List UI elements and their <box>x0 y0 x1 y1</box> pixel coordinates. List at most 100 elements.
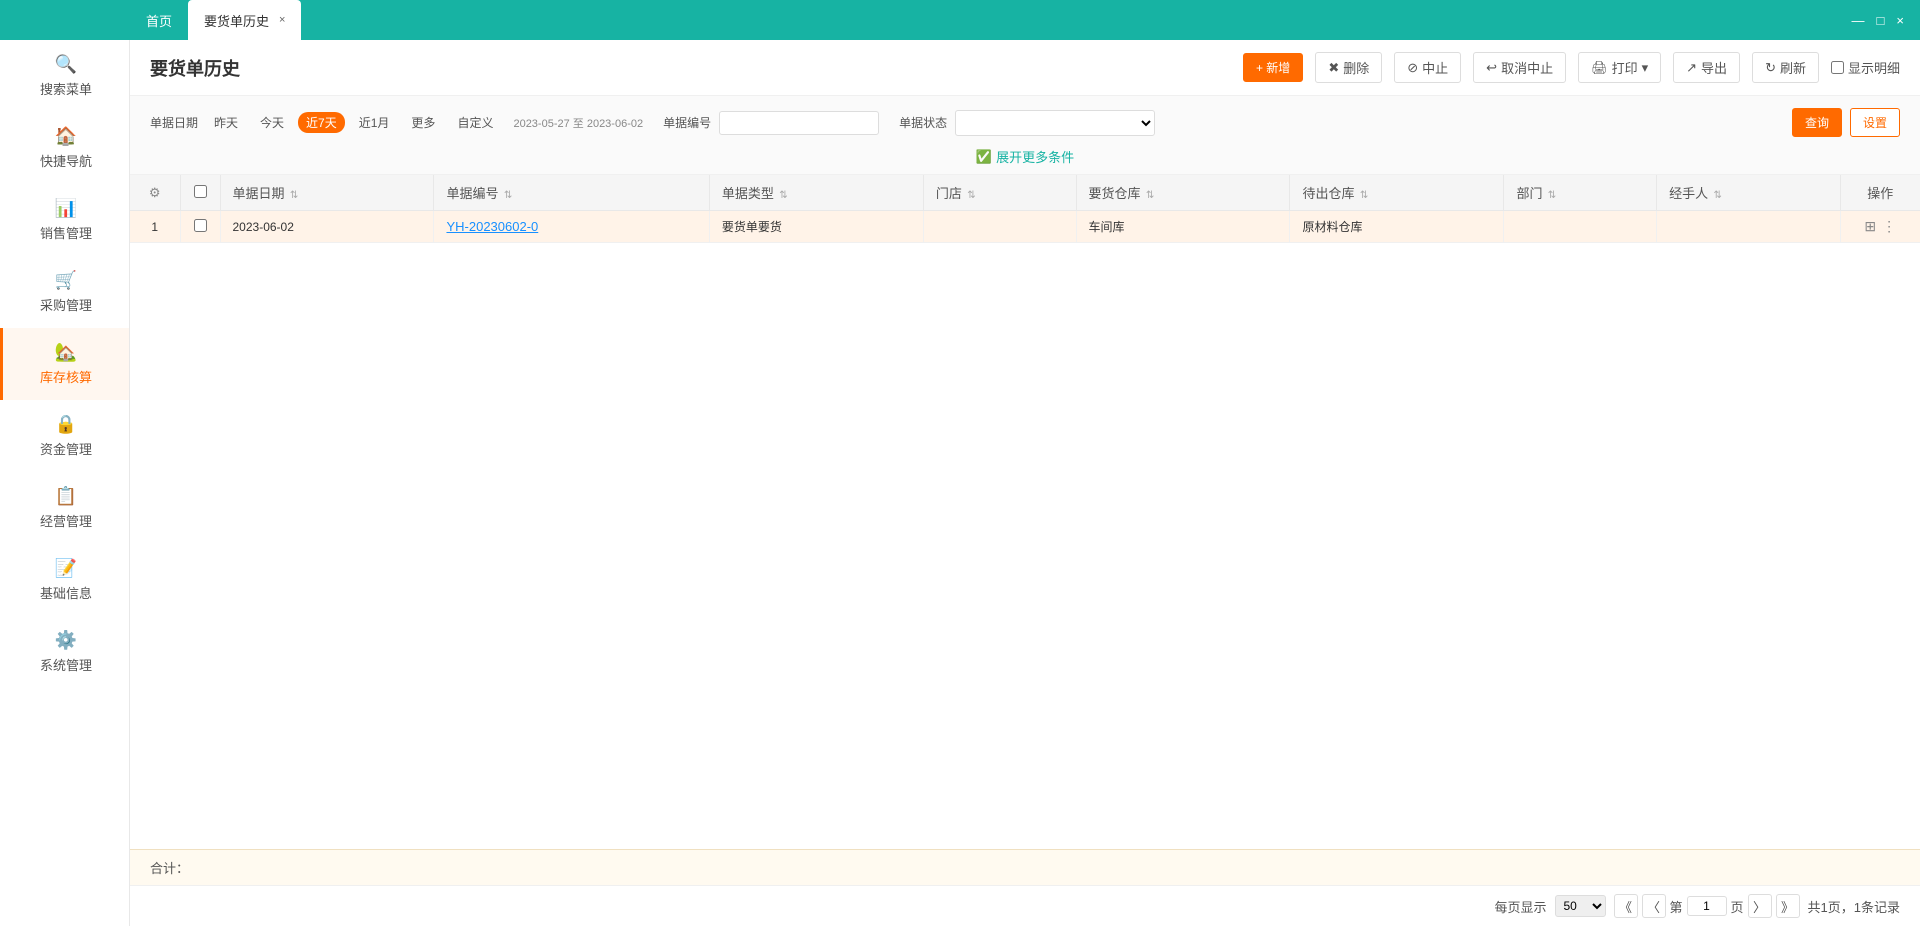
sidebar-item-quick-nav-label: 快捷导航 <box>40 151 92 170</box>
display-detail-toggle[interactable]: 显示明细 <box>1831 58 1900 77</box>
print-icon: 🖨 <box>1591 60 1608 76</box>
th-req-warehouse-label: 要货仓库 <box>1089 186 1141 201</box>
quick-nav-icon: 🏠 <box>55 126 77 147</box>
print-button[interactable]: 🖨 打印 ▾ <box>1578 52 1661 83</box>
filter-area: 单据日期 昨天 今天 近7天 近1月 更多 自定义 2023-05-27 至 2… <box>130 96 1920 175</box>
delete-button[interactable]: ✖ 删除 <box>1315 52 1382 83</box>
sort-doc-no-icon: ⇅ <box>504 190 512 201</box>
page-title: 要货单历史 <box>150 55 1243 81</box>
display-detail-checkbox[interactable] <box>1831 61 1844 74</box>
th-req-warehouse[interactable]: 要货仓库 ⇅ <box>1076 175 1290 211</box>
sort-pending-warehouse-icon: ⇅ <box>1360 190 1368 201</box>
sidebar-item-quick-nav[interactable]: 🏠 快捷导航 <box>0 112 129 184</box>
th-gear[interactable]: ⚙ <box>130 175 180 211</box>
gear-icon[interactable]: ⚙ <box>149 185 161 200</box>
row-doc-no[interactable]: YH-20230602-0 <box>434 211 709 243</box>
tab-close-icon[interactable]: × <box>279 14 285 26</box>
page-summary: 共1页，1条记录 <box>1808 897 1900 916</box>
view-icon[interactable]: ⊞ <box>1864 218 1876 235</box>
window-maximize[interactable]: □ <box>1877 13 1885 28</box>
date-tab-1month[interactable]: 近1月 <box>351 112 398 133</box>
sidebar-item-basic-info[interactable]: 📝 基础信息 <box>0 544 129 616</box>
export-button[interactable]: ↗ 导出 <box>1673 52 1740 83</box>
finance-mgmt-icon: 🔒 <box>55 414 77 435</box>
first-page-btn[interactable]: 《 <box>1614 894 1638 918</box>
refresh-button[interactable]: ↻ 刷新 <box>1752 52 1819 83</box>
th-doc-date[interactable]: 单据日期 ⇅ <box>220 175 434 211</box>
page-nav: 《 〈 第 页 〉 》 <box>1614 894 1800 918</box>
date-tab-7days[interactable]: 近7天 <box>298 112 345 133</box>
system-mgmt-icon: ⚙️ <box>55 630 77 651</box>
tab-requisition-history[interactable]: 要货单历史 × <box>188 0 301 40</box>
ops-mgmt-icon: 📋 <box>55 486 77 507</box>
tab-home[interactable]: 首页 <box>130 0 188 40</box>
th-doc-no-label: 单据编号 <box>446 186 498 201</box>
status-filter-group: 单据状态 <box>899 110 1155 136</box>
data-table: ⚙ 单据日期 ⇅ 单据编号 ⇅ <box>130 175 1920 243</box>
query-button[interactable]: 查询 <box>1792 108 1842 137</box>
sidebar-item-inventory-calc[interactable]: 🏡 库存核算 <box>0 328 129 400</box>
sidebar-item-sales-mgmt-label: 销售管理 <box>40 223 92 242</box>
sidebar-item-sales-mgmt[interactable]: 📊 销售管理 <box>0 184 129 256</box>
sort-store-icon: ⇅ <box>967 190 975 201</box>
row-check[interactable] <box>180 211 220 243</box>
refresh-icon: ↻ <box>1765 60 1776 76</box>
row-doc-date: 2023-06-02 <box>220 211 434 243</box>
last-page-btn[interactable]: 》 <box>1776 894 1800 918</box>
page-suffix: 页 <box>1731 897 1744 916</box>
cancel-stop-icon: ↩ <box>1486 60 1497 76</box>
sidebar-item-purchase-mgmt-label: 采购管理 <box>40 295 92 314</box>
sidebar-item-search-menu[interactable]: 🔍 搜索菜单 <box>0 40 129 112</box>
doc-no-link[interactable]: YH-20230602-0 <box>446 219 538 234</box>
th-doc-type[interactable]: 单据类型 ⇅ <box>709 175 923 211</box>
date-filter-label: 单据日期 <box>150 114 198 131</box>
new-button[interactable]: + 新增 <box>1243 53 1303 82</box>
expand-down-icon: ✅ <box>976 149 992 165</box>
sidebar-item-ops-mgmt[interactable]: 📋 经营管理 <box>0 472 129 544</box>
sidebar-item-finance-mgmt[interactable]: 🔒 资金管理 <box>0 400 129 472</box>
delete-icon: ✖ <box>1328 60 1339 76</box>
sidebar-item-purchase-mgmt[interactable]: 🛒 采购管理 <box>0 256 129 328</box>
expand-label: 展开更多条件 <box>996 147 1074 166</box>
expand-more-button[interactable]: ✅ 展开更多条件 <box>976 147 1074 166</box>
top-right-controls: — □ × <box>1852 13 1920 28</box>
sidebar-item-inventory-calc-label: 库存核算 <box>40 367 92 386</box>
stop-label: 中止 <box>1422 58 1448 77</box>
basic-info-icon: 📝 <box>55 558 77 579</box>
row-checkbox[interactable] <box>194 219 207 232</box>
export-label: 导出 <box>1701 58 1727 77</box>
content-area: 要货单历史 + 新增 ✖ 删除 ⊘ 中止 ↩ 取消中止 🖨 打印 <box>130 40 1920 926</box>
window-close[interactable]: × <box>1896 13 1904 28</box>
per-page-label: 每页显示 <box>1494 897 1546 916</box>
per-page-select[interactable]: 50 10 20 100 <box>1555 895 1606 917</box>
table-header-row: ⚙ 单据日期 ⇅ 单据编号 ⇅ <box>130 175 1920 211</box>
th-doc-no[interactable]: 单据编号 ⇅ <box>434 175 709 211</box>
delete-label: 删除 <box>1343 58 1369 77</box>
more-icon[interactable]: ⋮ <box>1882 218 1896 235</box>
cancel-stop-button[interactable]: ↩ 取消中止 <box>1473 52 1566 83</box>
date-tab-custom[interactable]: 自定义 <box>449 112 501 133</box>
select-all-checkbox[interactable] <box>194 185 207 198</box>
th-pending-warehouse[interactable]: 待出仓库 ⇅ <box>1290 175 1504 211</box>
date-tab-today[interactable]: 今天 <box>252 112 292 133</box>
status-select[interactable] <box>955 110 1155 136</box>
th-handler[interactable]: 经手人 ⇅ <box>1657 175 1840 211</box>
table-footer: 合计： <box>130 849 1920 885</box>
row-store <box>923 211 1076 243</box>
date-tab-more[interactable]: 更多 <box>403 112 443 133</box>
toolbar: + 新增 ✖ 删除 ⊘ 中止 ↩ 取消中止 🖨 打印 ▾ <box>1243 52 1900 83</box>
sidebar-item-basic-info-label: 基础信息 <box>40 583 92 602</box>
page-input[interactable] <box>1687 896 1727 916</box>
next-page-btn[interactable]: 〉 <box>1748 894 1772 918</box>
th-dept[interactable]: 部门 ⇅ <box>1504 175 1657 211</box>
search-menu-icon: 🔍 <box>55 54 77 75</box>
print-label: 打印 <box>1612 58 1638 77</box>
stop-button[interactable]: ⊘ 中止 <box>1394 52 1461 83</box>
date-tab-yesterday[interactable]: 昨天 <box>206 112 246 133</box>
sidebar-item-system-mgmt[interactable]: ⚙️ 系统管理 <box>0 616 129 688</box>
settings-button[interactable]: 设置 <box>1850 108 1900 137</box>
th-store[interactable]: 门店 ⇅ <box>923 175 1076 211</box>
window-minimize[interactable]: — <box>1852 13 1865 28</box>
doc-no-input[interactable] <box>719 111 879 135</box>
prev-page-btn[interactable]: 〈 <box>1642 894 1666 918</box>
